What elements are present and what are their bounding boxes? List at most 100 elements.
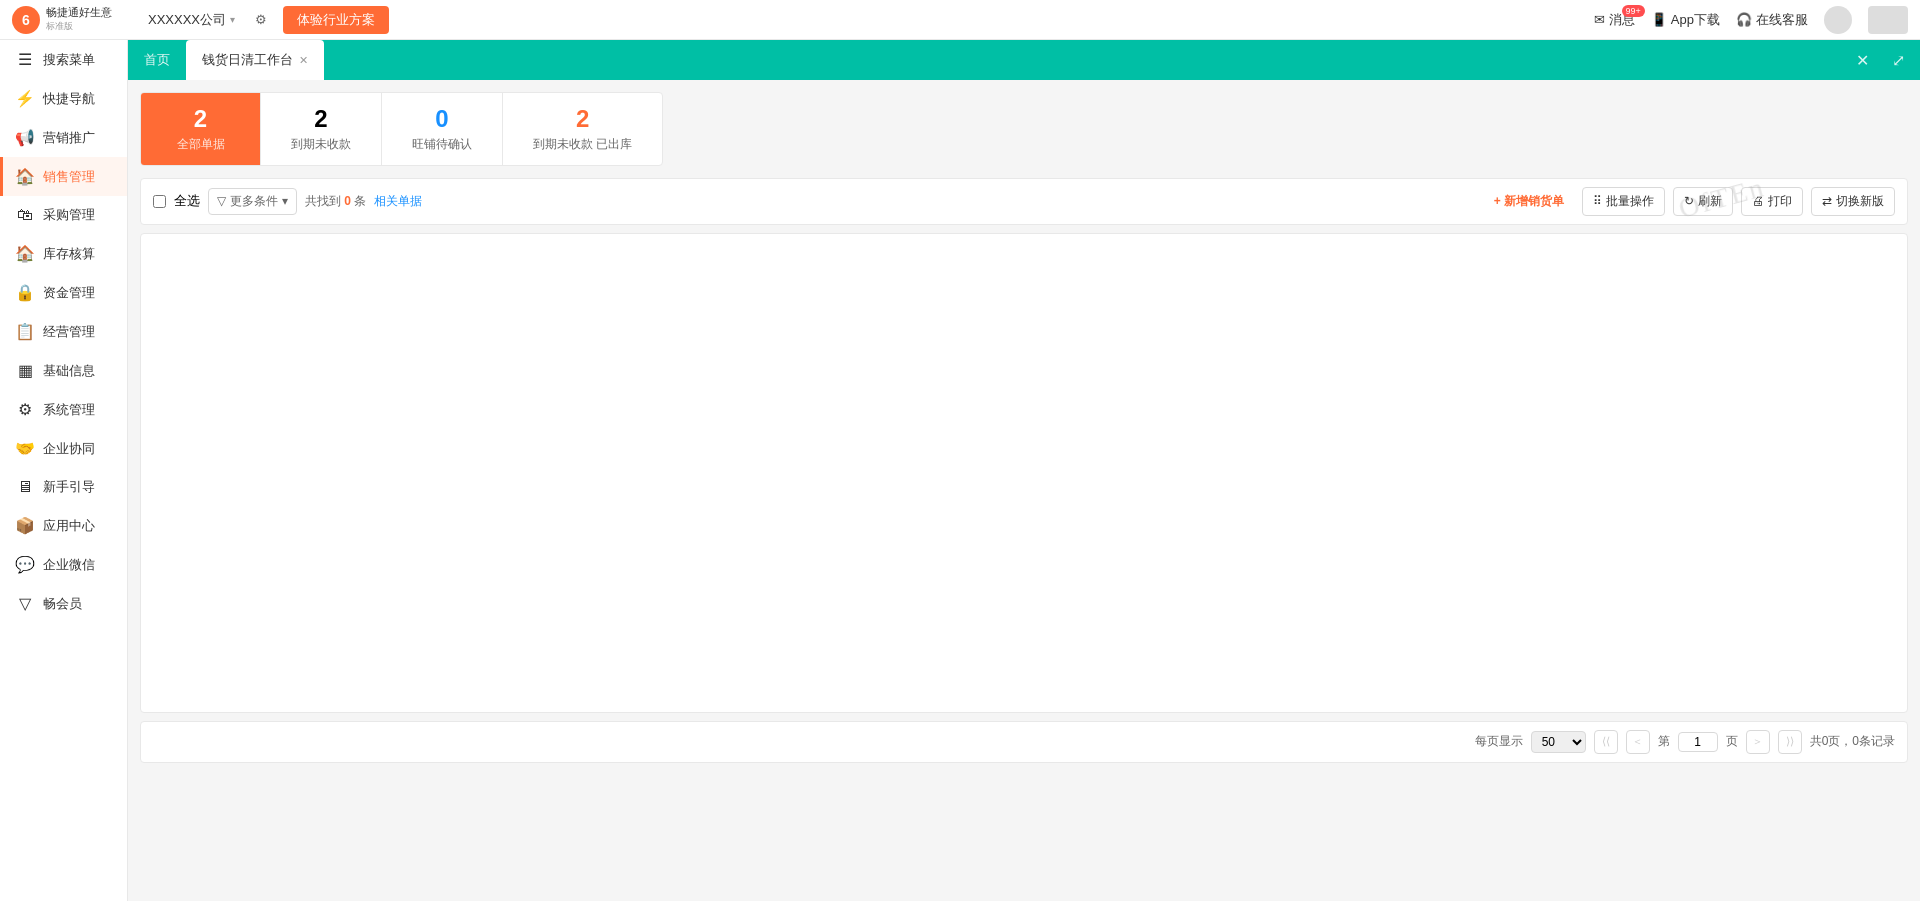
prev-page-button[interactable]: ＜ (1626, 730, 1650, 754)
print-icon: 🖨 (1752, 194, 1764, 208)
operations-icon: 📋 (15, 322, 35, 341)
sidebar-item-quick-nav[interactable]: ⚡ 快捷导航 (0, 79, 127, 118)
inventory-icon: 🏠 (15, 244, 35, 263)
main-content: 2 全部单据 2 到期未收款 0 旺铺待确认 2 到期未收款 已出库 全选 ▽ … (128, 80, 1920, 901)
trial-button[interactable]: 体验行业方案 (283, 6, 389, 34)
per-page-select[interactable]: 50 10 20 100 (1531, 731, 1586, 753)
marketing-icon: 📢 (15, 128, 35, 147)
beginner-icon: 🖥 (15, 478, 35, 496)
toolbar-left: 全选 ▽ 更多条件 ▾ 共找到 0 条 相关单据 (153, 188, 1476, 215)
sidebar-label-inventory: 库存核算 (43, 245, 95, 263)
stat-label-unshipped: 到期未收款 已出库 (533, 136, 632, 153)
total-label: 共0页，0条记录 (1810, 733, 1895, 750)
sidebar-item-enterprise-coop[interactable]: 🤝 企业协同 (0, 429, 127, 468)
refresh-button[interactable]: ↻ 刷新 (1673, 187, 1733, 216)
sidebar-label-enterprise-wx: 企业微信 (43, 556, 95, 574)
sidebar-item-member[interactable]: ▽ 畅会员 (0, 584, 127, 623)
capital-icon: 🔒 (15, 283, 35, 302)
sidebar-label-beginner: 新手引导 (43, 478, 95, 496)
related-link[interactable]: 相关单据 (374, 193, 422, 210)
stat-card-all[interactable]: 2 全部单据 (141, 93, 261, 165)
search-menu-icon: ☰ (15, 50, 35, 69)
quick-nav-icon: ⚡ (15, 89, 35, 108)
new-sales-button[interactable]: + 新增销货单 (1484, 188, 1574, 215)
batch-icon: ⠿ (1593, 194, 1602, 208)
sidebar-item-capital[interactable]: 🔒 资金管理 (0, 273, 127, 312)
filter-icon: ▽ (217, 194, 226, 208)
page-number-input[interactable] (1678, 732, 1718, 752)
sidebar-item-marketing[interactable]: 📢 营销推广 (0, 118, 127, 157)
sidebar: ☰ 搜索菜单 ⚡ 快捷导航 📢 营销推广 🏠 销售管理 🛍 采购管理 🏠 库存核… (0, 0, 128, 901)
message-button[interactable]: ✉ 消息 99+ (1594, 11, 1635, 29)
select-all-checkbox[interactable] (153, 195, 166, 208)
avatar[interactable] (1824, 6, 1852, 34)
sidebar-item-operations[interactable]: 📋 经营管理 (0, 312, 127, 351)
message-badge: 99+ (1622, 5, 1645, 17)
sidebar-label-system: 系统管理 (43, 401, 95, 419)
stat-label-all: 全部单据 (171, 136, 230, 153)
stat-card-pending[interactable]: 0 旺铺待确认 (382, 93, 503, 165)
sidebar-label-enterprise-coop: 企业协同 (43, 440, 95, 458)
sidebar-item-search[interactable]: ☰ 搜索菜单 (0, 40, 127, 79)
sidebar-label-member: 畅会员 (43, 595, 82, 613)
sidebar-item-purchase[interactable]: 🛍 采购管理 (0, 196, 127, 234)
tab-home[interactable]: 首页 (128, 40, 186, 80)
first-page-button[interactable]: ⟨⟨ (1594, 730, 1618, 754)
sidebar-label-quick-nav: 快捷导航 (43, 90, 95, 108)
sidebar-label-capital: 资金管理 (43, 284, 95, 302)
app-edition: 标准版 (46, 20, 112, 33)
close-window-icon[interactable]: ✕ (1848, 46, 1876, 74)
sidebar-label-search: 搜索菜单 (43, 51, 95, 69)
batch-operation-button[interactable]: ⠿ 批量操作 (1582, 187, 1665, 216)
last-page-button[interactable]: ⟩⟩ (1778, 730, 1802, 754)
tab-workbench[interactable]: 钱货日清工作台 ✕ (186, 40, 324, 80)
print-button[interactable]: 🖨 打印 (1741, 187, 1803, 216)
sidebar-label-basic-info: 基础信息 (43, 362, 95, 380)
member-icon: ▽ (15, 594, 35, 613)
next-page-button[interactable]: ＞ (1746, 730, 1770, 754)
select-all-label: 全选 (174, 192, 200, 210)
enterprise-coop-icon: 🤝 (15, 439, 35, 458)
tab-actions: ✕ ⤢ (1848, 46, 1920, 74)
online-service-button[interactable]: 🎧 在线客服 (1736, 11, 1808, 29)
filter-button[interactable]: ▽ 更多条件 ▾ (208, 188, 297, 215)
user-name[interactable] (1868, 6, 1908, 34)
maximize-window-icon[interactable]: ⤢ (1884, 46, 1912, 74)
stat-card-overdue[interactable]: 2 到期未收款 (261, 93, 382, 165)
settings-icon[interactable]: ⚙ (247, 6, 275, 34)
sidebar-item-inventory[interactable]: 🏠 库存核算 (0, 234, 127, 273)
top-right-area: ✉ 消息 99+ 📱 App下载 🎧 在线客服 (1594, 6, 1908, 34)
stat-card-unshipped[interactable]: 2 到期未收款 已出库 (503, 93, 662, 165)
tab-workbench-label: 钱货日清工作台 (202, 51, 293, 69)
logo-icon: 6 (12, 6, 40, 34)
pagination: 每页显示 50 10 20 100 ⟨⟨ ＜ 第 页 ＞ ⟩⟩ 共0页，0条记录 (140, 721, 1908, 763)
basic-info-icon: ▦ (15, 361, 35, 380)
sidebar-label-app-center: 应用中心 (43, 517, 95, 535)
filter-label: 更多条件 (230, 193, 278, 210)
switch-version-button[interactable]: ⇄ 切换新版 (1811, 187, 1895, 216)
tab-home-label: 首页 (144, 51, 170, 69)
app-center-icon: 📦 (15, 516, 35, 535)
toolbar: 全选 ▽ 更多条件 ▾ 共找到 0 条 相关单据 + 新增销货单 ⠿ 批量操作 … (140, 178, 1908, 225)
close-tab-icon[interactable]: ✕ (299, 54, 308, 67)
stat-num-unshipped: 2 (533, 105, 632, 134)
company-name: XXXXXX公司 (148, 11, 226, 29)
sidebar-item-system[interactable]: ⚙ 系统管理 (0, 390, 127, 429)
result-count: 0 (344, 194, 351, 208)
sidebar-item-enterprise-wx[interactable]: 💬 企业微信 (0, 545, 127, 584)
app-download-button[interactable]: 📱 App下载 (1651, 11, 1720, 29)
sidebar-item-sales[interactable]: 🏠 销售管理 (0, 157, 127, 196)
refresh-icon: ↻ (1684, 194, 1694, 208)
switch-icon: ⇄ (1822, 194, 1832, 208)
sidebar-item-basic-info[interactable]: ▦ 基础信息 (0, 351, 127, 390)
sidebar-item-beginner[interactable]: 🖥 新手引导 (0, 468, 127, 506)
purchase-icon: 🛍 (15, 206, 35, 224)
company-selector[interactable]: XXXXXX公司 ▾ (140, 7, 243, 33)
top-bar: 6 畅捷通好生意 标准版 XXXXXX公司 ▾ ⚙ 体验行业方案 ✉ 消息 99… (0, 0, 1920, 40)
per-page-label: 每页显示 (1475, 733, 1523, 750)
sales-icon: 🏠 (15, 167, 35, 186)
system-icon: ⚙ (15, 400, 35, 419)
logo-area: 6 畅捷通好生意 标准版 (12, 6, 140, 34)
sidebar-item-app-center[interactable]: 📦 应用中心 (0, 506, 127, 545)
filter-arrow-icon: ▾ (282, 194, 288, 208)
